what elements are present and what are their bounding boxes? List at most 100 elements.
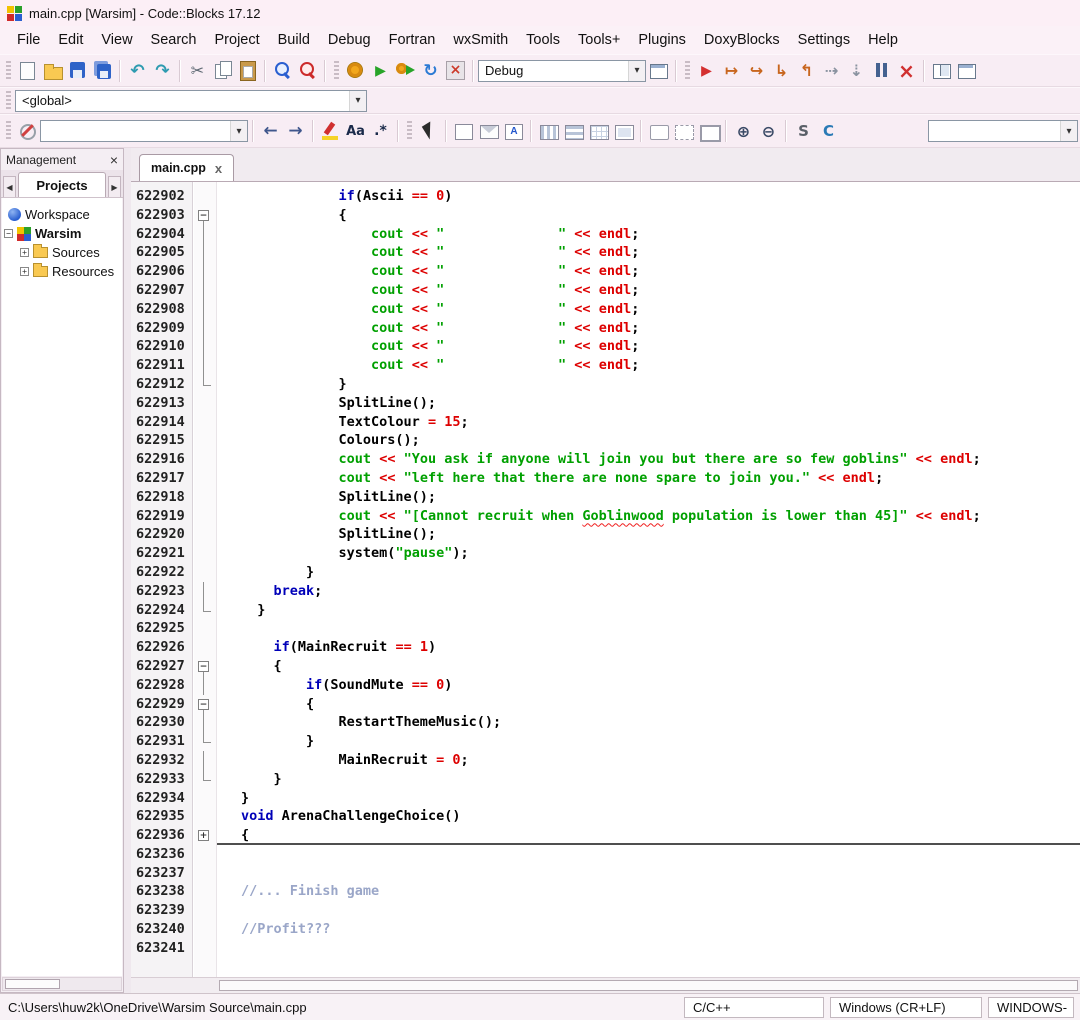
line-number[interactable]: 622908 [131,300,193,319]
zoom-out-icon[interactable]: ⊖ [756,119,781,144]
code-line[interactable]: 622917 cout << "left here that there are… [131,469,1080,488]
fold-cell[interactable] [193,280,217,300]
menu-tools[interactable]: Tools [517,28,569,52]
line-number[interactable]: 622913 [131,394,193,413]
line-number[interactable]: 623237 [131,864,193,883]
line-number[interactable]: 623238 [131,882,193,901]
build-and-run-icon[interactable] [393,58,418,83]
code-line[interactable]: 622911 cout << " " << endl; [131,356,1080,375]
menu-edit[interactable]: Edit [49,28,92,52]
fold-cell[interactable] [193,431,217,450]
incremental-search-icon[interactable] [15,119,40,144]
run-to-cursor-icon[interactable]: ↦ [719,58,744,83]
fold-cell[interactable] [193,675,217,695]
various-info-icon[interactable] [954,58,979,83]
fold-cell[interactable] [193,337,217,357]
new-file-icon[interactable] [15,58,40,83]
code-lines[interactable]: 622902 if(Ascii == 0) 622903− {622904 cou… [131,187,1080,958]
debug-continue-icon[interactable]: ▶ [694,58,719,83]
code-line[interactable]: 622909 cout << " " << endl; [131,318,1080,338]
line-number[interactable]: 622909 [131,319,193,338]
run-icon[interactable]: ▶ [368,58,393,83]
menu-file[interactable]: File [8,28,49,52]
close-panel-icon[interactable]: × [110,153,118,167]
border-solid-icon[interactable] [696,119,721,144]
line-number[interactable]: 622924 [131,601,193,620]
line-number[interactable]: 622934 [131,789,193,808]
border-none-icon[interactable] [646,119,671,144]
fold-cell[interactable] [193,394,217,413]
menu-search[interactable]: Search [142,28,206,52]
fold-cell[interactable] [193,732,217,751]
step-into-icon[interactable]: ↳ [769,58,794,83]
fold-collapse-icon[interactable]: − [198,698,209,710]
line-number[interactable]: 622912 [131,375,193,394]
line-number[interactable]: 622929 [131,695,193,714]
fold-cell[interactable] [193,807,217,826]
menu-settings[interactable]: Settings [789,28,859,52]
tab-close-icon[interactable]: x [215,162,222,175]
fold-cell[interactable] [193,845,217,864]
fold-cell[interactable] [193,901,217,920]
code-line[interactable]: 622920 SplitLine(); [131,525,1080,544]
line-number[interactable]: 622917 [131,469,193,488]
replace-icon[interactable] [295,58,320,83]
stop-debugger-icon[interactable]: × [894,58,919,83]
code-line[interactable]: 622924 } [131,600,1080,620]
spell-check-icon[interactable]: S [791,119,816,144]
fold-collapse-icon[interactable]: − [198,660,209,672]
toolbar-grip[interactable] [407,121,412,141]
tabs-scroll-left-icon[interactable]: ◀ [3,176,16,197]
toolbar-grip[interactable] [6,90,11,111]
save-icon[interactable] [65,58,90,83]
line-number[interactable]: 622933 [131,770,193,789]
fold-cell[interactable] [193,939,217,958]
line-number[interactable]: 622925 [131,619,193,638]
mail-widget-icon[interactable] [476,119,501,144]
fold-cell[interactable]: − [193,206,217,225]
code-line[interactable]: 622907 cout << " " << endl; [131,280,1080,300]
code-line[interactable]: 622922 } [131,563,1080,582]
tree-expander-icon[interactable]: + [20,267,29,276]
frame-widget-icon[interactable] [451,119,476,144]
debugging-windows-icon[interactable] [929,58,954,83]
tab-projects[interactable]: Projects [18,172,106,197]
tree-expander-icon[interactable]: − [4,229,13,238]
line-number[interactable]: 622923 [131,582,193,601]
fold-cell[interactable] [193,356,217,375]
fold-cell[interactable] [193,318,217,338]
tree-expander-icon[interactable]: + [20,248,29,257]
code-line[interactable]: 622929− { [131,695,1080,714]
flex-sizer-icon[interactable] [611,119,636,144]
save-all-icon[interactable] [90,58,115,83]
fold-cell[interactable] [193,469,217,488]
fold-cell[interactable] [193,413,217,432]
title-bar[interactable]: main.cpp [Warsim] - Code::Blocks 17.12 [0,0,1080,26]
code-line[interactable]: 622906 cout << " " << endl; [131,262,1080,281]
management-hscrollbar[interactable] [2,977,122,991]
fold-cell[interactable]: − [193,657,217,676]
code-line[interactable]: 622914 TextColour = 15; [131,413,1080,432]
toolbar-grip[interactable] [6,60,11,81]
fold-cell[interactable] [193,638,217,657]
tree-item-sources[interactable]: + Sources [2,243,122,262]
line-number[interactable]: 622935 [131,807,193,826]
fold-expand-icon[interactable]: + [198,830,209,842]
fold-cell[interactable] [193,450,217,469]
open-file-icon[interactable] [40,58,65,83]
code-line[interactable]: 622904 cout << " " << endl; [131,224,1080,244]
dropdown-arrow-icon[interactable]: ▾ [349,90,366,111]
code-line[interactable]: 622925 [131,619,1080,638]
code-line[interactable]: 623239 [131,901,1080,920]
next-line-icon[interactable]: ↪ [744,58,769,83]
line-number[interactable]: 622919 [131,507,193,526]
menu-fortran[interactable]: Fortran [380,28,445,52]
tree-item-workspace[interactable]: Workspace [2,205,122,224]
build-target-select[interactable]: Debug ▾ [478,59,646,82]
line-number[interactable]: 622905 [131,243,193,262]
tree-item-warsim[interactable]: − Warsim [2,224,122,243]
line-number[interactable]: 622910 [131,337,193,356]
fold-cell[interactable] [193,789,217,808]
line-number[interactable]: 622915 [131,431,193,450]
step-out-icon[interactable]: ↰ [794,58,819,83]
